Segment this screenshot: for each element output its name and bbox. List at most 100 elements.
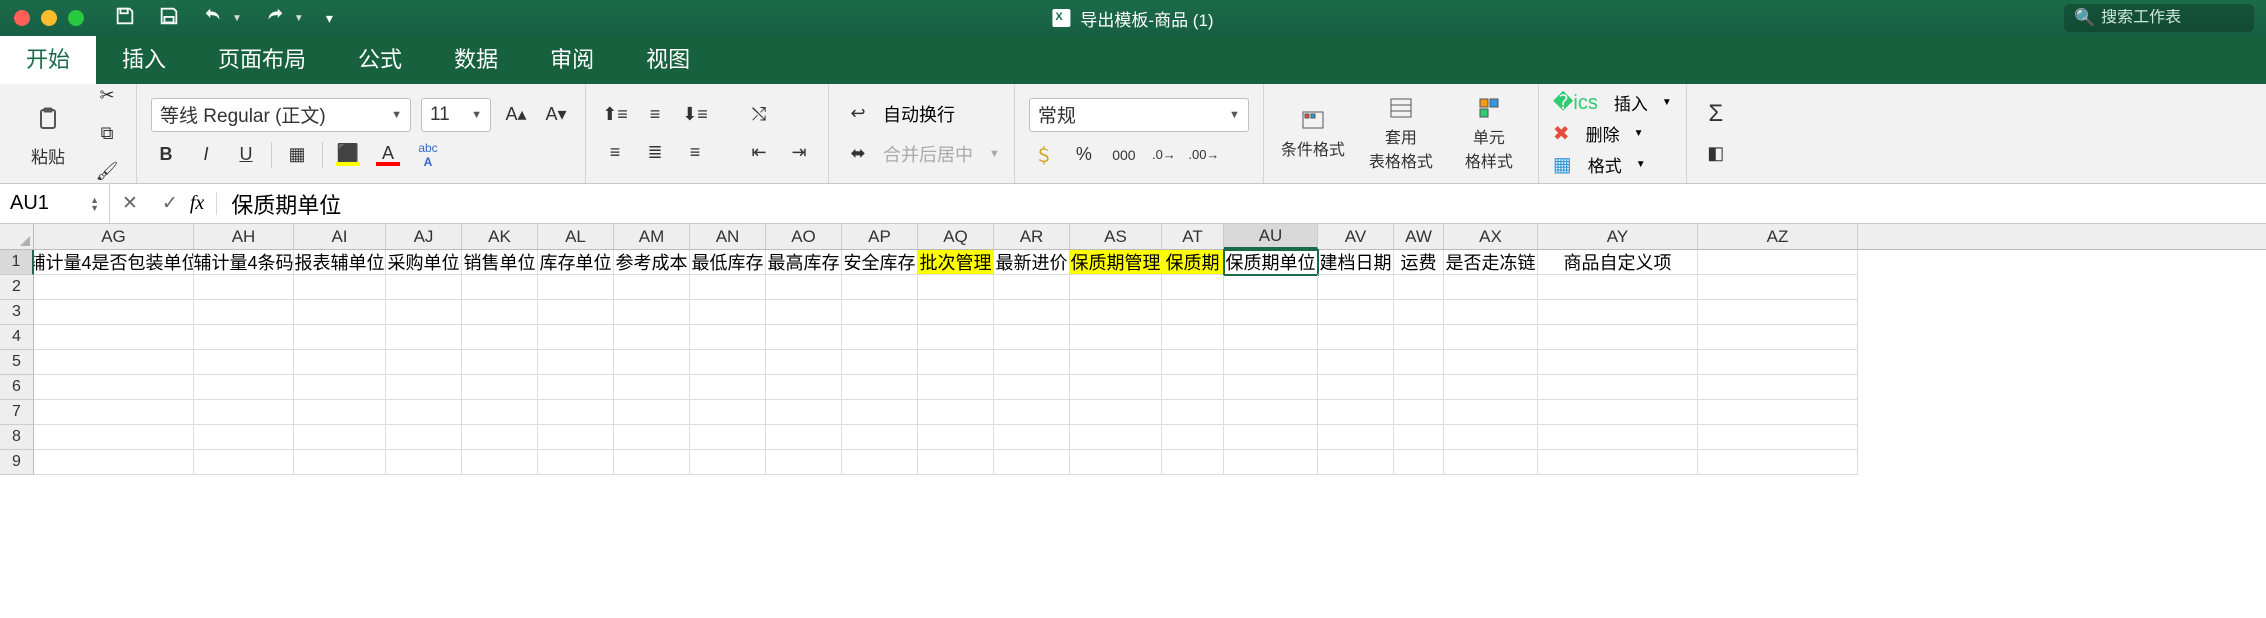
cell-AX8[interactable]	[1444, 425, 1538, 450]
cell-AH6[interactable]	[194, 375, 294, 400]
col-header-AK[interactable]: AK	[462, 224, 538, 249]
delete-cells-button[interactable]: ✖删除▼	[1553, 121, 1672, 146]
cell-AQ3[interactable]	[918, 300, 994, 325]
tab-data[interactable]: 数据	[428, 32, 524, 84]
row-header-7[interactable]: 7	[0, 400, 34, 425]
maximize-window-button[interactable]	[68, 10, 84, 26]
cancel-formula-button[interactable]: ✕	[110, 192, 150, 215]
col-header-AH[interactable]: AH	[194, 224, 294, 249]
cell-AI3[interactable]	[294, 300, 386, 325]
tab-insert[interactable]: 插入	[96, 32, 192, 84]
cell-AQ9[interactable]	[918, 450, 994, 475]
cell-AT7[interactable]	[1162, 400, 1224, 425]
cell-AH7[interactable]	[194, 400, 294, 425]
cell-AQ6[interactable]	[918, 375, 994, 400]
underline-button[interactable]: U	[231, 140, 261, 170]
cell-AG1[interactable]: 辅计量4是否包装单位	[34, 250, 194, 275]
cell-AN4[interactable]	[690, 325, 766, 350]
cell-AV8[interactable]	[1318, 425, 1394, 450]
cell-AW1[interactable]: 运费	[1394, 250, 1444, 275]
accept-formula-button[interactable]: ✓	[150, 192, 190, 215]
save-alt-icon[interactable]	[158, 5, 180, 32]
tab-view[interactable]: 视图	[620, 32, 716, 84]
tab-page-layout[interactable]: 页面布局	[192, 32, 332, 84]
cell-AV9[interactable]	[1318, 450, 1394, 475]
cell-AI6[interactable]	[294, 375, 386, 400]
fill-color-button[interactable]: ⬛	[333, 140, 363, 170]
cell-AQ7[interactable]	[918, 400, 994, 425]
cell-AW5[interactable]	[1394, 350, 1444, 375]
cell-AY3[interactable]	[1538, 300, 1698, 325]
font-color-button[interactable]: A	[373, 140, 403, 170]
col-header-AW[interactable]: AW	[1394, 224, 1444, 249]
cell-AS4[interactable]	[1070, 325, 1162, 350]
cell-AH3[interactable]	[194, 300, 294, 325]
cell-AG3[interactable]	[34, 300, 194, 325]
cell-AI2[interactable]	[294, 275, 386, 300]
col-header-AT[interactable]: AT	[1162, 224, 1224, 249]
format-table-button[interactable]: 套用 表格格式	[1366, 96, 1436, 172]
cell-AZ9[interactable]	[1698, 450, 1858, 475]
align-top-button[interactable]: ⬆≡	[600, 100, 630, 130]
cell-AZ8[interactable]	[1698, 425, 1858, 450]
cell-AM1[interactable]: 参考成本	[614, 250, 690, 275]
col-header-AO[interactable]: AO	[766, 224, 842, 249]
cell-AH4[interactable]	[194, 325, 294, 350]
cell-AV7[interactable]	[1318, 400, 1394, 425]
cell-AO3[interactable]	[766, 300, 842, 325]
cell-AK6[interactable]	[462, 375, 538, 400]
cell-AR3[interactable]	[994, 300, 1070, 325]
increase-font-button[interactable]: A▴	[501, 100, 531, 130]
cell-AO9[interactable]	[766, 450, 842, 475]
cell-AR4[interactable]	[994, 325, 1070, 350]
cell-AP1[interactable]: 安全库存	[842, 250, 918, 275]
cell-AO7[interactable]	[766, 400, 842, 425]
copy-button[interactable]: ⧉	[92, 119, 122, 149]
decrease-font-button[interactable]: A▾	[541, 100, 571, 130]
col-header-AM[interactable]: AM	[614, 224, 690, 249]
cell-AO1[interactable]: 最高库存	[766, 250, 842, 275]
cell-AJ8[interactable]	[386, 425, 462, 450]
cell-AL7[interactable]	[538, 400, 614, 425]
cell-AX6[interactable]	[1444, 375, 1538, 400]
cell-AW2[interactable]	[1394, 275, 1444, 300]
cell-AQ4[interactable]	[918, 325, 994, 350]
cell-AI9[interactable]	[294, 450, 386, 475]
cell-AG8[interactable]	[34, 425, 194, 450]
cell-AP6[interactable]	[842, 375, 918, 400]
cell-AZ1[interactable]	[1698, 250, 1858, 275]
align-bottom-button[interactable]: ⬇≡	[680, 100, 710, 130]
increase-indent-button[interactable]: ⇥	[784, 138, 814, 168]
sheet-search[interactable]: 🔍	[2064, 4, 2254, 32]
cell-AU2[interactable]	[1224, 275, 1318, 300]
font-name-select[interactable]: 等线 Regular (正文)▼	[151, 98, 411, 132]
autosum-button[interactable]: Σ	[1701, 99, 1731, 129]
cell-AH2[interactable]	[194, 275, 294, 300]
cell-AZ3[interactable]	[1698, 300, 1858, 325]
cell-AY6[interactable]	[1538, 375, 1698, 400]
cell-AS7[interactable]	[1070, 400, 1162, 425]
cell-AL2[interactable]	[538, 275, 614, 300]
col-header-AJ[interactable]: AJ	[386, 224, 462, 249]
save-icon[interactable]	[114, 5, 136, 32]
cell-AU3[interactable]	[1224, 300, 1318, 325]
row-header-3[interactable]: 3	[0, 300, 34, 325]
align-right-button[interactable]: ≡	[680, 138, 710, 168]
wrap-text-button[interactable]: ↩ 自动换行	[843, 99, 1000, 129]
cell-AK7[interactable]	[462, 400, 538, 425]
cell-AU6[interactable]	[1224, 375, 1318, 400]
cell-AL1[interactable]: 库存单位	[538, 250, 614, 275]
cell-AX2[interactable]	[1444, 275, 1538, 300]
cell-AJ6[interactable]	[386, 375, 462, 400]
bold-button[interactable]: B	[151, 140, 181, 170]
cell-AH9[interactable]	[194, 450, 294, 475]
cell-AN9[interactable]	[690, 450, 766, 475]
cell-styles-button[interactable]: 单元 格样式	[1454, 96, 1524, 172]
row-header-1[interactable]: 1	[0, 250, 34, 275]
cell-AR6[interactable]	[994, 375, 1070, 400]
cell-AM4[interactable]	[614, 325, 690, 350]
cell-AS3[interactable]	[1070, 300, 1162, 325]
row-header-2[interactable]: 2	[0, 275, 34, 300]
col-header-AX[interactable]: AX	[1444, 224, 1538, 249]
cell-AP8[interactable]	[842, 425, 918, 450]
